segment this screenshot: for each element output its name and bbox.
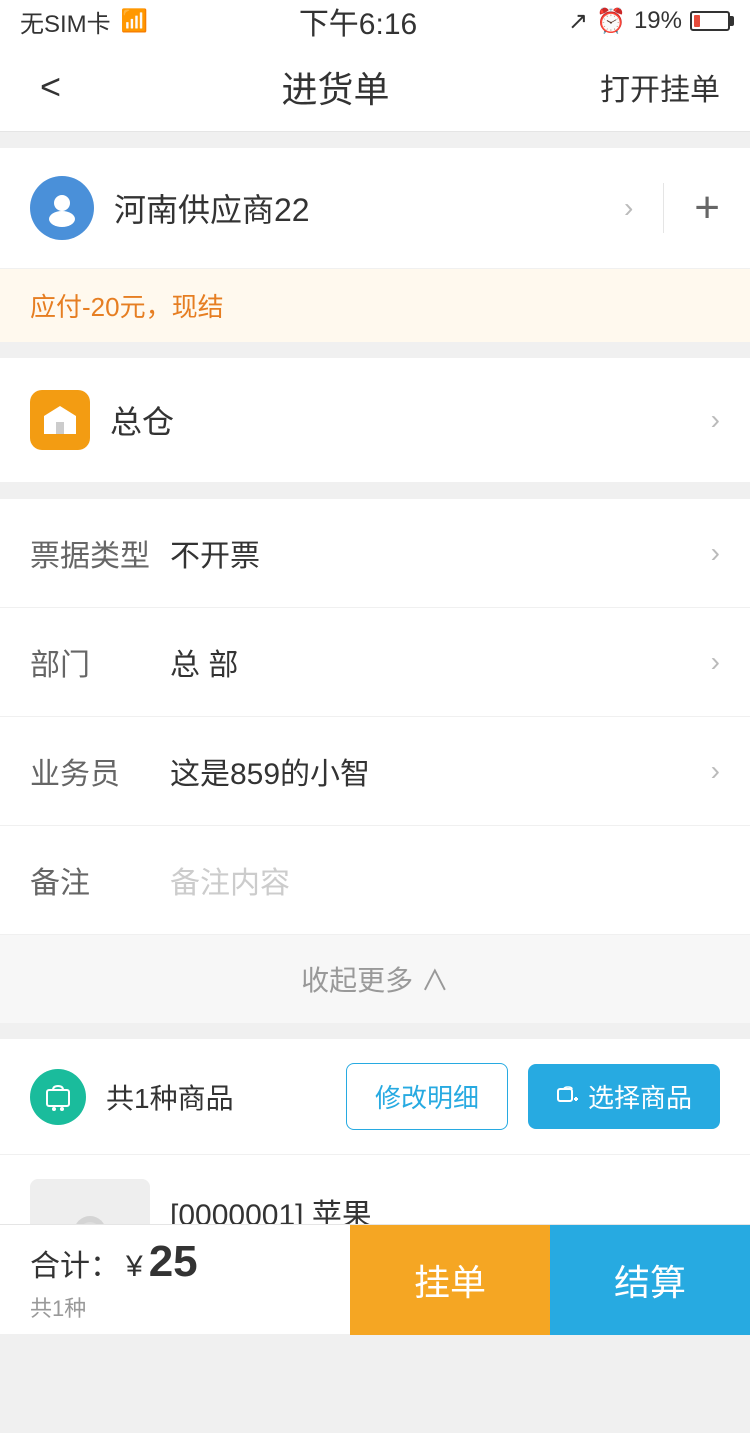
open-hang-button[interactable]: 打开挂单	[600, 65, 720, 109]
sales-row[interactable]: 业务员 这是859的小智 ›	[0, 717, 750, 826]
invoice-row[interactable]: 票据类型 不开票 ›	[0, 499, 750, 608]
supplier-section: 河南供应商22 › + 应付-20元，现结	[0, 148, 750, 342]
checkout-button[interactable]: 结算	[550, 1225, 750, 1335]
warehouse-section: 总仓 ›	[0, 358, 750, 483]
warehouse-icon	[30, 390, 90, 450]
nav-bar: < 进货单 打开挂单	[0, 42, 750, 132]
vertical-divider	[663, 183, 664, 233]
supplier-name: 河南供应商22	[114, 185, 624, 231]
dept-row[interactable]: 部门 总 部 ›	[0, 608, 750, 717]
select-product-label: 选择商品	[588, 1078, 692, 1115]
battery-percent: 19%	[634, 7, 682, 35]
notice-row: 应付-20元，现结	[0, 269, 750, 342]
total-label: 合计：	[30, 1241, 120, 1285]
dept-label: 部门	[30, 640, 170, 684]
total-section: 合计： ¥ 25 共1种	[0, 1237, 350, 1323]
products-icon	[30, 1069, 86, 1125]
remark-placeholder: 备注内容	[170, 858, 720, 902]
remark-row[interactable]: 备注 备注内容	[0, 826, 750, 935]
sales-value: 这是859的小智	[170, 749, 711, 793]
wifi-icon: 📶	[121, 8, 148, 34]
invoice-label: 票据类型	[30, 531, 170, 575]
bottom-bar: 合计： ¥ 25 共1种 挂单 结算	[0, 1224, 750, 1334]
total-amount: 25	[149, 1237, 198, 1287]
add-button[interactable]: +	[694, 186, 720, 230]
collapse-button[interactable]: 收起更多 ∧	[0, 935, 750, 1023]
invoice-chevron-icon: ›	[711, 537, 720, 569]
supplier-avatar	[30, 176, 94, 240]
select-product-icon	[556, 1085, 580, 1109]
cart-icon	[43, 1082, 73, 1112]
total-main: 合计： ¥ 25	[30, 1237, 320, 1287]
select-product-button[interactable]: 选择商品	[528, 1064, 720, 1129]
back-button[interactable]: <	[30, 56, 71, 118]
status-left: 无SIM卡 📶	[20, 4, 148, 39]
form-section: 票据类型 不开票 › 部门 总 部 › 业务员 这是859的小智 › 备注 备注…	[0, 499, 750, 935]
sales-chevron-icon: ›	[711, 755, 720, 787]
time-display: 下午6:16	[299, 0, 417, 43]
carrier-text: 无SIM卡	[20, 4, 111, 39]
status-right: ↗ ⏰ 19%	[568, 7, 730, 36]
product-count-text: 共1种商品	[106, 1077, 326, 1117]
supplier-avatar-icon	[43, 189, 81, 227]
status-bar: 无SIM卡 📶 下午6:16 ↗ ⏰ 19%	[0, 0, 750, 42]
supplier-row[interactable]: 河南供应商22 › +	[0, 148, 750, 269]
sales-label: 业务员	[30, 749, 170, 793]
hang-button[interactable]: 挂单	[350, 1225, 550, 1335]
supplier-chevron-icon: ›	[624, 192, 633, 224]
dept-chevron-icon: ›	[711, 646, 720, 678]
total-sub: 共1种	[30, 1291, 320, 1323]
dept-value: 总 部	[170, 640, 711, 684]
battery-indicator	[690, 11, 730, 31]
warehouse-name: 总仓	[110, 397, 711, 443]
edit-detail-button[interactable]: 修改明细	[346, 1063, 508, 1130]
location-icon: ↗	[568, 7, 588, 36]
total-symbol: ¥	[126, 1250, 143, 1284]
products-header: 共1种商品 修改明细 选择商品	[0, 1039, 750, 1154]
warehouse-row[interactable]: 总仓 ›	[0, 358, 750, 483]
page-title: 进货单	[282, 61, 390, 113]
warehouse-chevron-icon: ›	[711, 404, 720, 436]
remark-label: 备注	[30, 858, 170, 902]
warehouse-svg	[42, 402, 78, 438]
alarm-icon: ⏰	[596, 7, 626, 36]
invoice-value: 不开票	[170, 531, 711, 575]
